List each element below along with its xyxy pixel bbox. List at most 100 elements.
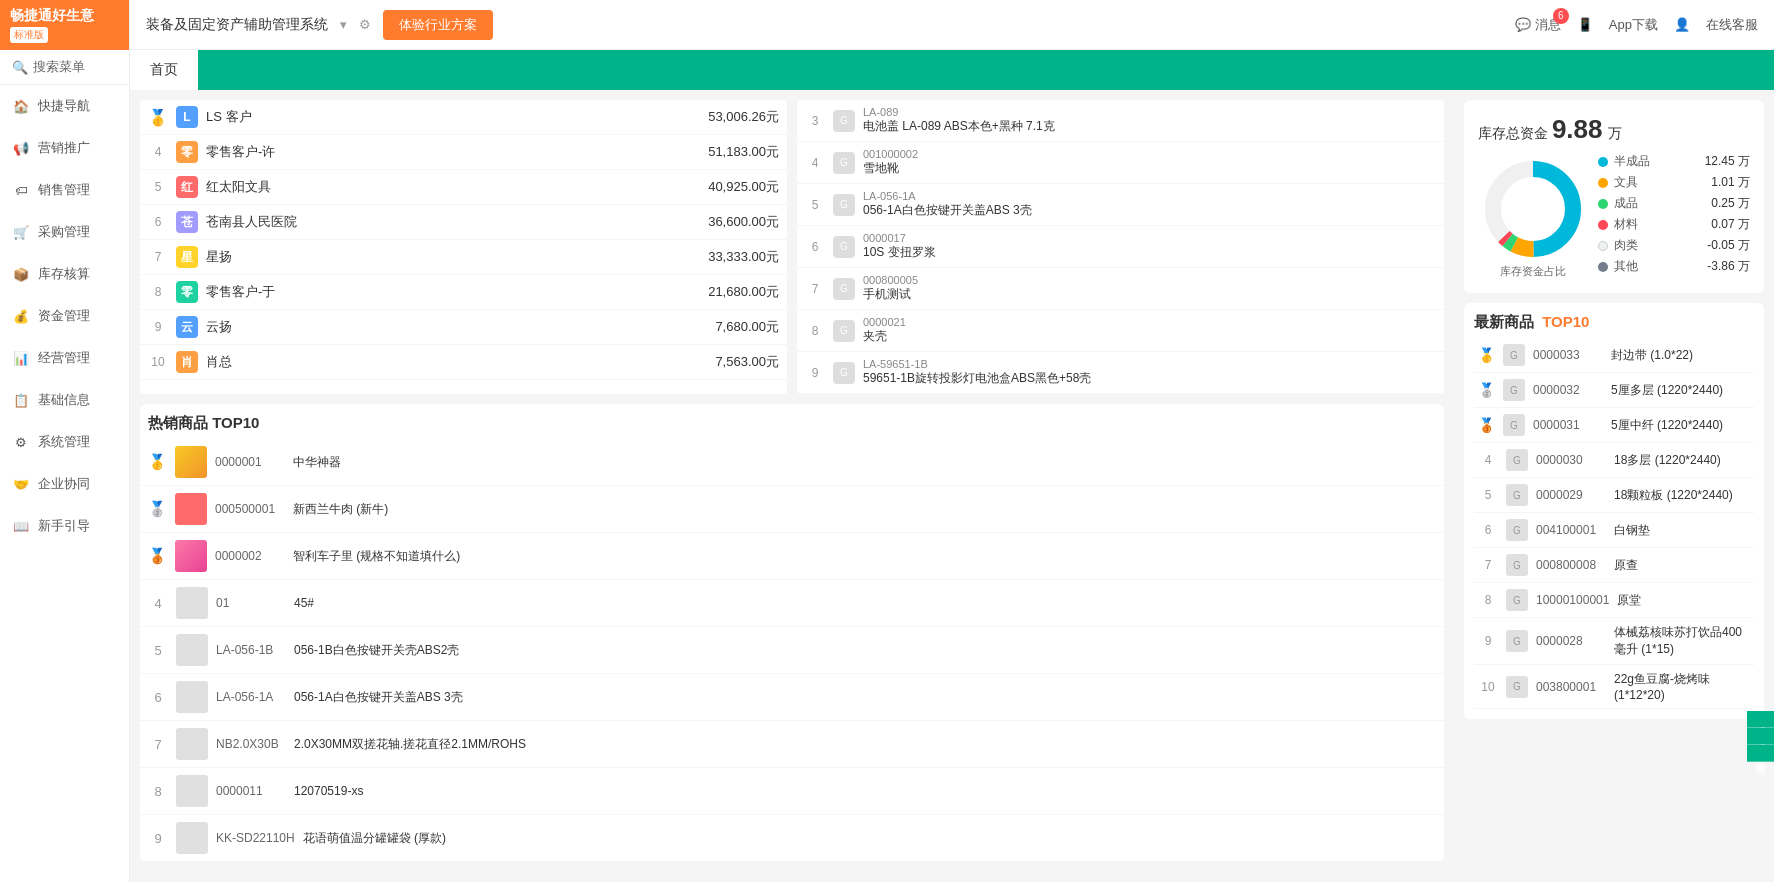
legend-dot-4 <box>1598 241 1608 251</box>
inventory-icon: 📦 <box>12 265 30 283</box>
sidebar-item-system[interactable]: ⚙ 系统管理 <box>0 421 129 463</box>
sidebar-item-purchase[interactable]: 🛒 采购管理 <box>0 211 129 253</box>
float-btn-community[interactable]: 服务社区 <box>1747 728 1774 745</box>
hot-product-code-4: 01 <box>216 596 286 610</box>
customer-badge-2: 零 <box>176 141 198 163</box>
float-btn-live[interactable]: 直播 <box>1747 745 1774 762</box>
new-product-6: 6 G 004100001 白钢垫 <box>1474 513 1754 548</box>
product-icon-6: G <box>833 236 855 258</box>
hot-product-3: 🥉 0000002 智利车子里 (规格不知道填什么) <box>140 533 1444 580</box>
hot-product-name-8: 12070519-xs <box>294 784 1436 798</box>
inventory-card: 库存总资金 9.88 万 <box>1464 100 1764 293</box>
rank-8: 8 <box>148 784 168 799</box>
product-icon-4: G <box>833 152 855 174</box>
medal-gold-icon: 🥇 <box>148 108 168 127</box>
online-service-label[interactable]: 在线客服 <box>1706 16 1758 34</box>
top-section-container: 🥇 L LS 客户 53,006.26元 4 零 零售客户-许 51,183.0… <box>140 100 1444 394</box>
product-name-5: 056-1A白色按键开关盖ABS 3壳 <box>863 202 1436 219</box>
new-rank-7: 7 <box>1478 558 1498 572</box>
sidebar-item-label: 基础信息 <box>38 391 90 409</box>
system-icon: ⚙ <box>12 433 30 451</box>
new-product-10: 10 G 003800001 22g鱼豆腐-烧烤味 (1*12*20) <box>1474 665 1754 709</box>
operations-icon: 📊 <box>12 349 30 367</box>
settings-gear-icon[interactable]: ⚙ <box>359 17 371 32</box>
sidebar-item-sales[interactable]: 🏷 销售管理 <box>0 169 129 211</box>
hot-medal-bronze: 🥉 <box>148 547 167 565</box>
product-name-9: 59651-1B旋转投影灯电池盒ABS黑色+58壳 <box>863 370 1436 387</box>
hot-product-6: 6 LA-056-1A 056-1A白色按键开关盖ABS 3壳 <box>140 674 1444 721</box>
product-name-8: 夹壳 <box>863 328 1436 345</box>
content-area: 🥇 L LS 客户 53,006.26元 4 零 零售客户-许 51,183.0… <box>130 90 1774 882</box>
sidebar-item-label: 新手引导 <box>38 517 90 535</box>
new-rank-5: 5 <box>1478 488 1498 502</box>
hot-product-8: 8 0000011 12070519-xs <box>140 768 1444 815</box>
customer-name-1: LS 客户 <box>206 108 700 126</box>
tab-home[interactable]: 首页 <box>130 50 198 90</box>
sidebar-item-guide[interactable]: 📖 新手引导 <box>0 505 129 547</box>
customer-value-7: 7,680.00元 <box>715 318 779 336</box>
customer-name-8: 肖总 <box>206 353 707 371</box>
rank-num-p7: 7 <box>805 282 825 296</box>
product-code-6: 0000017 <box>863 232 1436 244</box>
search-icon: 🔍 <box>12 60 28 75</box>
legend-item-5: 其他 -3.86 万 <box>1598 258 1750 275</box>
new-product-code-6: 004100001 <box>1536 523 1606 537</box>
customer-value-2: 51,183.00元 <box>708 143 779 161</box>
new-product-code-2: 0000032 <box>1533 383 1603 397</box>
sidebar-item-marketing[interactable]: 📢 营销推广 <box>0 127 129 169</box>
new-product-name-10: 22g鱼豆腐-烧烤味 (1*12*20) <box>1614 671 1750 702</box>
app-download-icon: 📱 <box>1577 17 1593 32</box>
sidebar-item-finance[interactable]: 💰 资金管理 <box>0 295 129 337</box>
dropdown-arrow-icon[interactable]: ▾ <box>340 17 347 32</box>
product-name-4: 雪地靴 <box>863 160 1436 177</box>
rank-num-p9: 9 <box>805 366 825 380</box>
hot-product-code-2: 000500001 <box>215 502 285 516</box>
hot-product-code-8: 0000011 <box>216 784 286 798</box>
hot-medal-gold: 🥇 <box>148 453 167 471</box>
sidebar-item-label: 资金管理 <box>38 307 90 325</box>
sidebar-item-cooperation[interactable]: 🤝 企业协同 <box>0 463 129 505</box>
customer-row-1: 🥇 L LS 客户 53,006.26元 <box>140 100 787 135</box>
legend-name-0: 半成品 <box>1614 153 1699 170</box>
float-btn-service[interactable]: 客服热线 <box>1747 711 1774 728</box>
new-product-icon-6: G <box>1506 519 1528 541</box>
customer-value-5: 33,333.00元 <box>708 248 779 266</box>
new-product-name-7: 原查 <box>1614 557 1750 574</box>
hot-product-img-5 <box>176 634 208 666</box>
rank-num-4: 4 <box>148 145 168 159</box>
sidebar-item-quick-nav[interactable]: 🏠 快捷导航 <box>0 85 129 127</box>
sidebar-item-label: 企业协同 <box>38 475 90 493</box>
product-icon-5: G <box>833 194 855 216</box>
product-name-3: 电池盖 LA-089 ABS本色+黑种 7.1克 <box>863 118 1436 135</box>
app-download-label[interactable]: App下载 <box>1609 16 1658 34</box>
sidebar-search[interactable]: 🔍 搜索菜单 <box>0 50 129 85</box>
sidebar-item-operations[interactable]: 📊 经营管理 <box>0 337 129 379</box>
trial-btn[interactable]: 体验行业方案 <box>383 10 493 40</box>
inventory-title: 库存总资金 9.88 万 <box>1478 114 1750 145</box>
new-product-code-10: 003800001 <box>1536 680 1606 694</box>
hot-product-name-5: 056-1B白色按键开关壳ABS2壳 <box>294 642 1436 659</box>
product-code-4: 001000002 <box>863 148 1436 160</box>
top-bar-right: 💬 6 消息 📱 App下载 👤 在线客服 <box>1515 16 1758 34</box>
product-icon-8: G <box>833 320 855 342</box>
rank-num-7: 7 <box>148 250 168 264</box>
sidebar-item-basic-info[interactable]: 📋 基础信息 <box>0 379 129 421</box>
hot-product-name-4: 45# <box>294 596 1436 610</box>
customer-badge-5: 星 <box>176 246 198 268</box>
sidebar-item-inventory[interactable]: 📦 库存核算 <box>0 253 129 295</box>
top-bar: 装备及固定资产辅助管理系统 ▾ ⚙ 体验行业方案 💬 6 消息 📱 App下载 … <box>130 0 1774 50</box>
notification-icon: 💬 <box>1515 17 1531 32</box>
new-product-icon-10: G <box>1506 676 1528 698</box>
legend-dot-0 <box>1598 157 1608 167</box>
hot-products-title: 热销商品 TOP10 <box>140 404 1444 439</box>
customer-badge-1: L <box>176 106 198 128</box>
product-icon-3: G <box>833 110 855 132</box>
inventory-unit: 万 <box>1608 125 1622 141</box>
new-product-icon-2: G <box>1503 379 1525 401</box>
legend-value-4: -0.05 万 <box>1707 237 1750 254</box>
guide-icon: 📖 <box>12 517 30 535</box>
customer-row-5: 7 星 星扬 33,333.00元 <box>140 240 787 275</box>
product-row-3: 3 G LA-089 电池盖 LA-089 ABS本色+黑种 7.1克 <box>797 100 1444 142</box>
customer-row-7: 9 云 云扬 7,680.00元 <box>140 310 787 345</box>
notification-area[interactable]: 💬 6 消息 <box>1515 16 1561 34</box>
